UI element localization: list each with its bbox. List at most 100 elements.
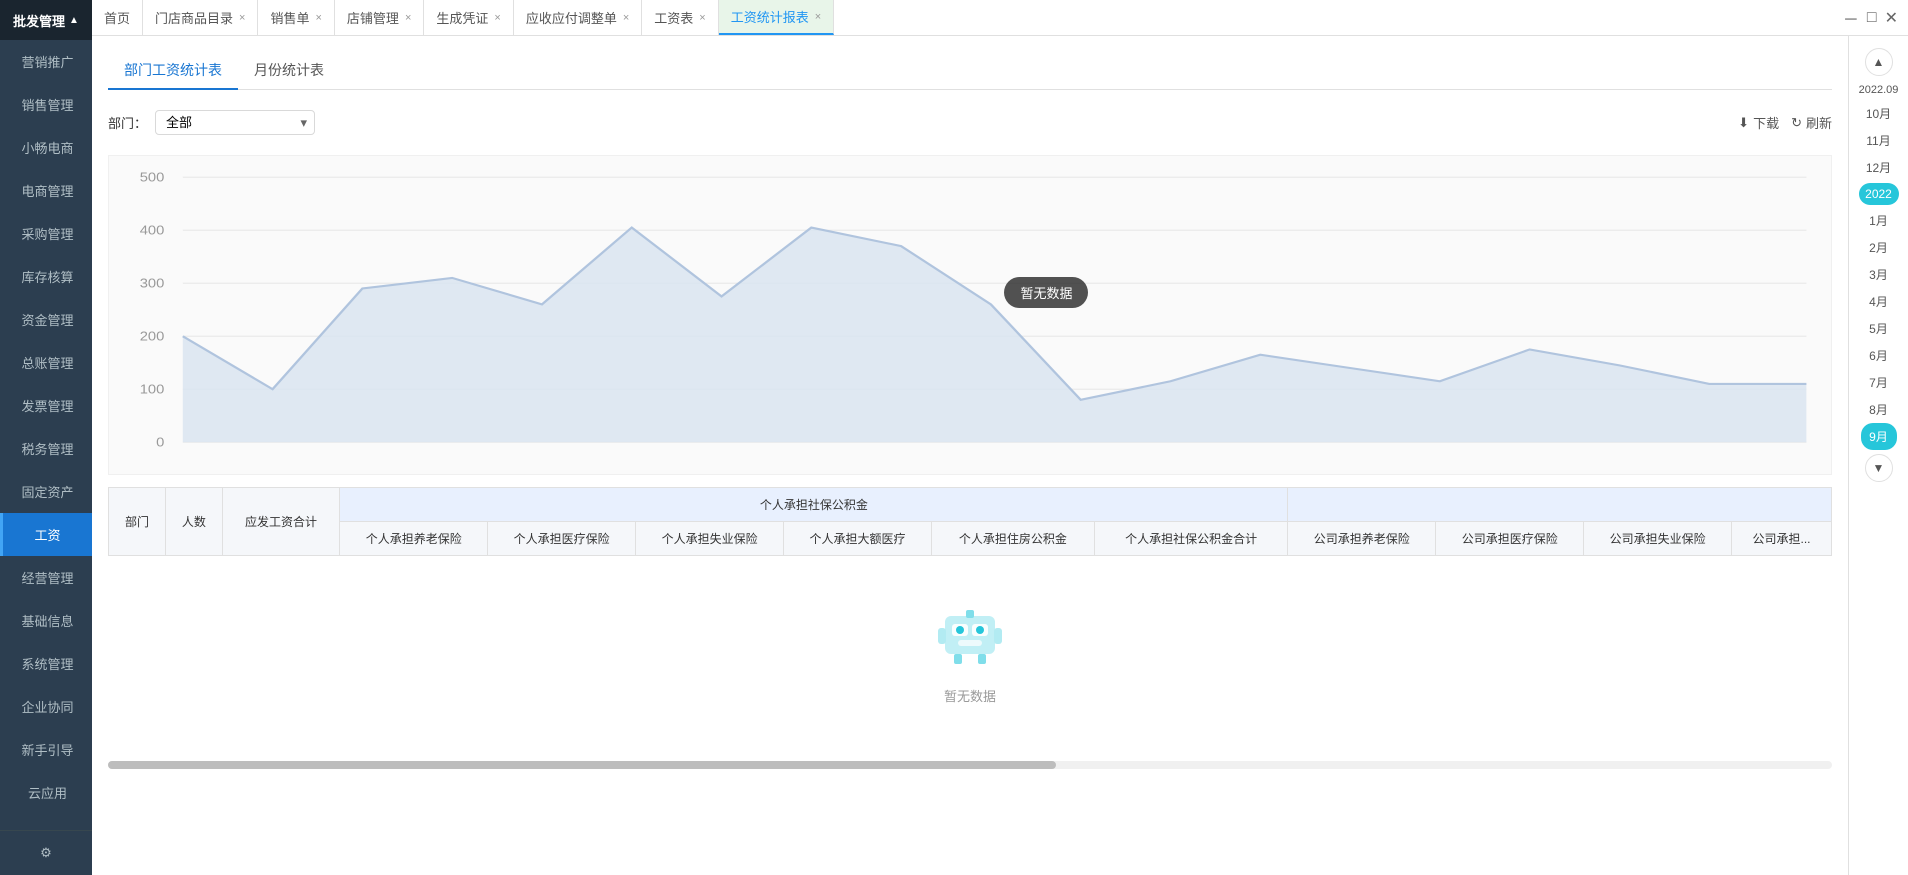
tab-label-receivable: 应收应付调整单: [526, 8, 617, 27]
th-col-2: 个人承担失业保险: [636, 522, 784, 556]
sidebar-item-invoice[interactable]: 发票管理: [0, 384, 92, 427]
table-body: 暂无数据: [109, 556, 1832, 746]
tab-payroll-report[interactable]: 工资统计报表 ×: [719, 0, 834, 35]
download-icon: ⬇: [1738, 115, 1749, 131]
sidebar-item-ecommerce-small[interactable]: 小畅电商: [0, 126, 92, 169]
timeline-month-1月[interactable]: 1月: [1849, 207, 1908, 234]
close-window-icon[interactable]: ✕: [1885, 8, 1898, 28]
sidebar-item-newuser[interactable]: 新手引导: [0, 728, 92, 771]
th-col-5: 个人承担社保公积金合计: [1094, 522, 1287, 556]
sidebar-item-operation[interactable]: 经营管理: [0, 556, 92, 599]
timeline-month-6月[interactable]: 6月: [1849, 342, 1908, 369]
sidebar-item-basic[interactable]: 基础信息: [0, 599, 92, 642]
th-social: 个人承担社保公积金: [340, 488, 1288, 522]
tab-close-production[interactable]: ×: [494, 12, 500, 24]
dept-select[interactable]: 全部销售部财务部人事部技术部: [155, 110, 315, 135]
timeline-month-2月[interactable]: 2月: [1849, 234, 1908, 261]
table-header-row2: 个人承担养老保险个人承担医疗保险个人承担失业保险个人承担大额医疗个人承担住房公积…: [109, 522, 1832, 556]
th-col-3: 个人承担大额医疗: [784, 522, 932, 556]
tab-label-payroll-table: 工资表: [654, 8, 693, 27]
tab-close-sales-order[interactable]: ×: [315, 12, 321, 24]
tab-receivable[interactable]: 应收应付调整单 ×: [514, 0, 642, 35]
table-head: 部门人数应发工资合计个人承担社保公积金 个人承担养老保险个人承担医疗保险个人承担…: [109, 488, 1832, 556]
tab-home[interactable]: 首页: [92, 0, 143, 35]
toolbar-right: ⬇ 下载 ↻ 刷新: [1738, 113, 1832, 132]
svg-text:500: 500: [140, 170, 165, 184]
dept-select-wrapper: 全部销售部财务部人事部技术部: [155, 110, 315, 135]
th-col-8: 公司承担失业保险: [1584, 522, 1732, 556]
tab-close-receivable[interactable]: ×: [623, 12, 629, 24]
sidebar-top-menu[interactable]: 批发管理 ▲: [0, 0, 92, 40]
th-col-6: 公司承担养老保险: [1288, 522, 1436, 556]
refresh-button[interactable]: ↻ 刷新: [1791, 113, 1832, 132]
timeline-next-nav[interactable]: ▼: [1865, 454, 1893, 482]
timeline-panel: ▲ 2022.09 10月11月12月20221月2月3月4月5月6月7月8月9…: [1848, 36, 1908, 875]
tab-label-store-catalog: 门店商品目录: [155, 8, 233, 27]
sidebar-item-cloud[interactable]: 云应用: [0, 771, 92, 814]
tab-label-home: 首页: [104, 8, 130, 27]
refresh-icon: ↻: [1791, 115, 1802, 131]
tab-close-store-catalog[interactable]: ×: [239, 12, 245, 24]
timeline-prev-nav[interactable]: ▲: [1865, 48, 1893, 76]
timeline-month-8月[interactable]: 8月: [1849, 396, 1908, 423]
tab-close-store-mgmt[interactable]: ×: [405, 12, 411, 24]
sidebar-item-tax[interactable]: 税务管理: [0, 427, 92, 470]
svg-text:300: 300: [140, 276, 165, 290]
tab-close-payroll-table[interactable]: ×: [699, 12, 705, 24]
sidebar-item-finance[interactable]: 资金管理: [0, 298, 92, 341]
sidebar-item-assets[interactable]: 固定资产: [0, 470, 92, 513]
timeline-month-2022-11月[interactable]: 11月: [1849, 127, 1908, 154]
horizontal-scrollbar[interactable]: [108, 761, 1832, 769]
download-button[interactable]: ⬇ 下载: [1738, 113, 1779, 132]
sidebar-items: 营销推广销售管理小畅电商电商管理采购管理库存核算资金管理总账管理发票管理税务管理…: [0, 40, 92, 830]
sidebar-settings[interactable]: ⚙: [0, 830, 92, 875]
sidebar-item-system[interactable]: 系统管理: [0, 642, 92, 685]
table-empty-row: 暂无数据: [109, 556, 1832, 746]
sidebar-item-sales[interactable]: 销售管理: [0, 83, 92, 126]
tab-label-production: 生成凭证: [436, 8, 488, 27]
timeline-prev-year[interactable]: 2022.09: [1849, 80, 1908, 100]
page-content: 部门工资统计表月份统计表 部门： 全部销售部财务部人事部技术部 ⬇ 下载: [92, 36, 1848, 875]
sub-tab-month[interactable]: 月份统计表: [238, 52, 340, 90]
th-col-0: 个人承担养老保险: [340, 522, 488, 556]
table-header-row1: 部门人数应发工资合计个人承担社保公积金: [109, 488, 1832, 522]
timeline-month-7月[interactable]: 7月: [1849, 369, 1908, 396]
sidebar-item-purchase[interactable]: 采购管理: [0, 212, 92, 255]
tab-close-payroll-report[interactable]: ×: [815, 11, 821, 23]
th-count: 人数: [165, 488, 222, 556]
data-table: 部门人数应发工资合计个人承担社保公积金 个人承担养老保险个人承担医疗保险个人承担…: [108, 487, 1832, 745]
timeline-month-2022-10月[interactable]: 10月: [1849, 100, 1908, 127]
timeline-month-9月[interactable]: 9月: [1861, 423, 1897, 450]
tab-store-mgmt[interactable]: 店铺管理 ×: [335, 0, 424, 35]
tab-label-store-mgmt: 店铺管理: [347, 8, 399, 27]
timeline-year-2022[interactable]: 2022: [1859, 183, 1899, 205]
tab-store-catalog[interactable]: 门店商品目录 ×: [143, 0, 258, 35]
tab-sales-order[interactable]: 销售单 ×: [258, 0, 334, 35]
tab-payroll-table[interactable]: 工资表 ×: [642, 0, 718, 35]
empty-text: 暂无数据: [944, 686, 996, 705]
sidebar-item-marketing[interactable]: 营销推广: [0, 40, 92, 83]
maximize-icon[interactable]: □: [1867, 9, 1877, 27]
sidebar-item-ledger[interactable]: 总账管理: [0, 341, 92, 384]
timeline-month-4月[interactable]: 4月: [1849, 288, 1908, 315]
sub-tab-dept[interactable]: 部门工资统计表: [108, 52, 238, 90]
tab-label-sales-order: 销售单: [270, 8, 309, 27]
content-area: 部门工资统计表月份统计表 部门： 全部销售部财务部人事部技术部 ⬇ 下载: [92, 36, 1908, 875]
timeline-month-5月[interactable]: 5月: [1849, 315, 1908, 342]
sidebar-item-payroll[interactable]: 工资: [0, 513, 92, 556]
sidebar-item-enterprise[interactable]: 企业协同: [0, 685, 92, 728]
tab-label-payroll-report: 工资统计报表: [731, 7, 809, 26]
minimize-icon[interactable]: －: [1843, 6, 1859, 30]
timeline-month-2022-12月[interactable]: 12月: [1849, 154, 1908, 181]
scrollbar-thumb[interactable]: [108, 761, 1056, 769]
sidebar: 批发管理 ▲ 营销推广销售管理小畅电商电商管理采购管理库存核算资金管理总账管理发…: [0, 0, 92, 875]
th-col-4: 个人承担住房公积金: [931, 522, 1094, 556]
sidebar-item-inventory[interactable]: 库存核算: [0, 255, 92, 298]
tab-bar-actions: － □ ✕: [1833, 6, 1908, 30]
sidebar-item-ecommerce[interactable]: 电商管理: [0, 169, 92, 212]
tab-production[interactable]: 生成凭证 ×: [424, 0, 513, 35]
th-col-1: 个人承担医疗保险: [488, 522, 636, 556]
sidebar-top-label: 批发管理: [13, 11, 65, 30]
toolbar: 部门： 全部销售部财务部人事部技术部 ⬇ 下载 ↻ 刷新: [108, 110, 1832, 135]
timeline-month-3月[interactable]: 3月: [1849, 261, 1908, 288]
